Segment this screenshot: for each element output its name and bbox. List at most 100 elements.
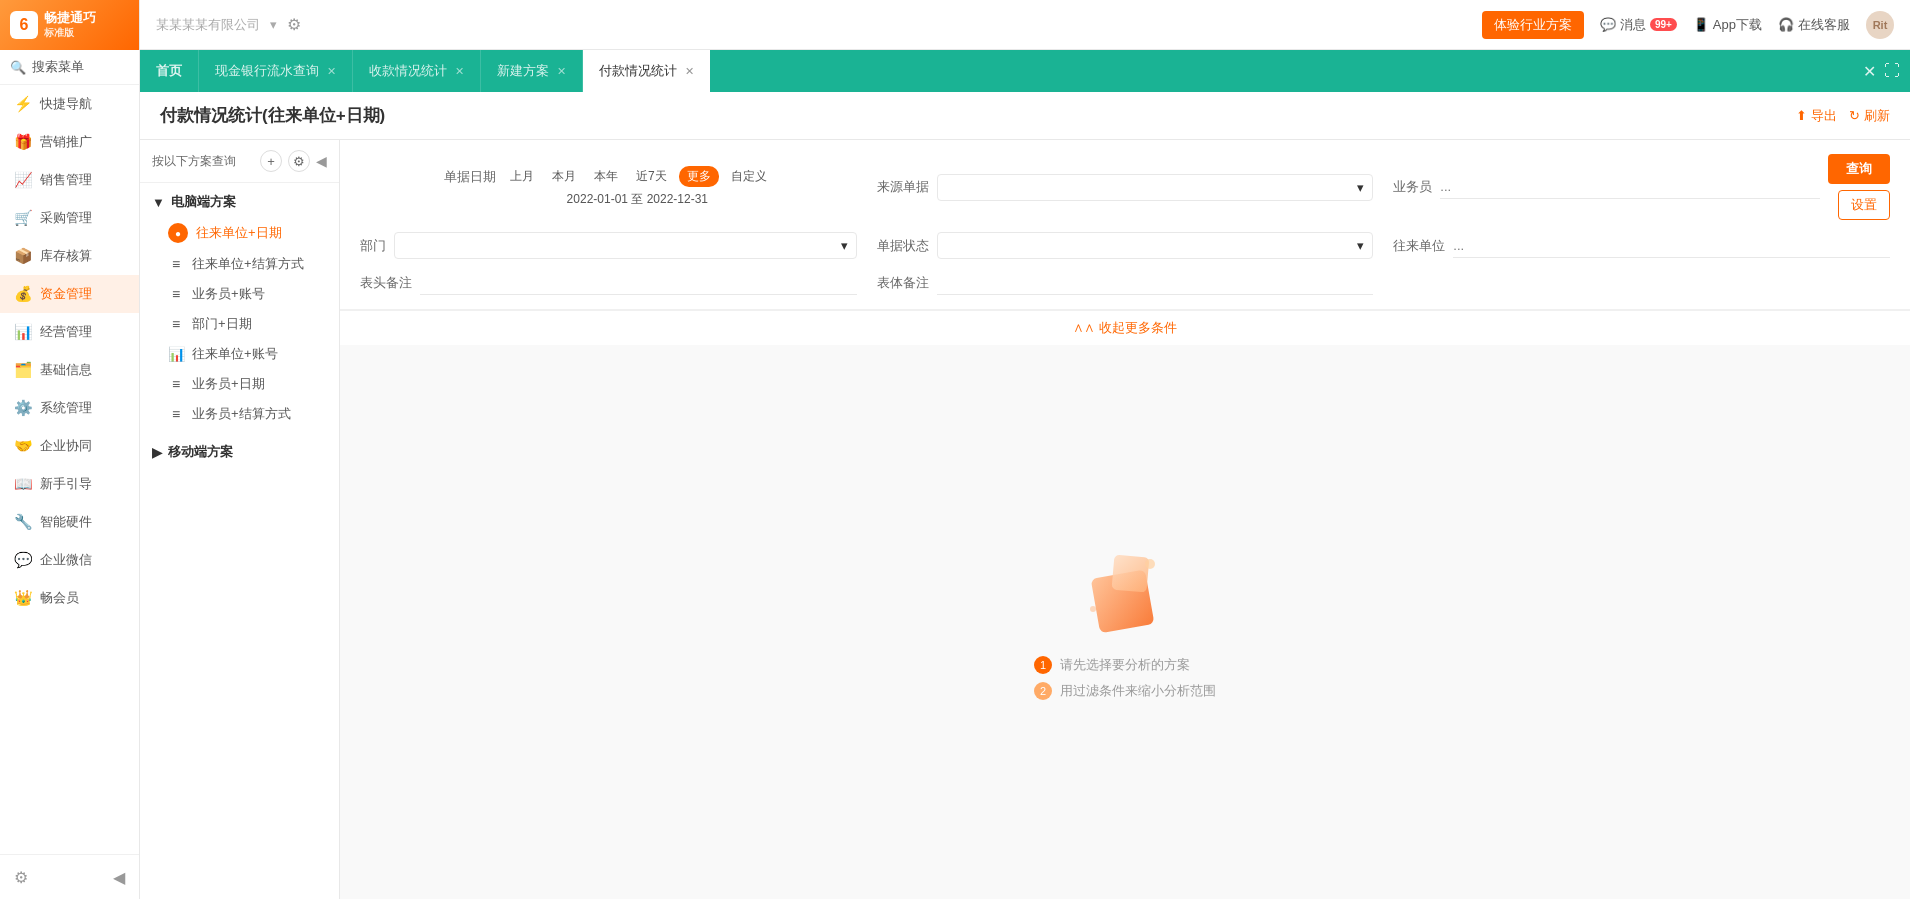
sidebar-item-quick-nav[interactable]: ⚡ 快捷导航 — [0, 85, 139, 123]
sidebar-item-sales[interactable]: 📈 销售管理 — [0, 161, 139, 199]
dropdown-icon[interactable]: ▾ — [270, 17, 277, 32]
tab-home[interactable]: 首页 — [140, 50, 199, 92]
online-service-action[interactable]: 🎧 在线客服 — [1778, 16, 1850, 34]
dept-dropdown-icon: ▾ — [841, 238, 848, 253]
sidebar-item-purchase[interactable]: 🛒 采购管理 — [0, 199, 139, 237]
enterprise-wechat-icon: 💬 — [14, 551, 32, 569]
tab-receipt-stat-label: 收款情况统计 — [369, 62, 447, 80]
export-action[interactable]: ⬆ 导出 — [1796, 107, 1837, 125]
scheme-settings-btn[interactable]: ⚙ — [288, 150, 310, 172]
date-option-last-month[interactable]: 上月 — [504, 166, 540, 187]
sidebar-item-operation[interactable]: 📊 经营管理 — [0, 313, 139, 351]
enterprise-icon: 🤝 — [14, 437, 32, 455]
sidebar-item-finance[interactable]: 💰 资金管理 — [0, 275, 139, 313]
app-download-action[interactable]: 📱 App下载 — [1693, 16, 1762, 34]
company-name: 某某某某有限公司 — [156, 16, 260, 34]
scheme-item-counterpart-date[interactable]: ● 往来单位+日期 — [140, 217, 339, 249]
settings-icon[interactable]: ⚙ — [287, 15, 301, 34]
header-note-input[interactable] — [420, 271, 857, 295]
status-select[interactable]: ▾ — [937, 232, 1374, 259]
sidebar-item-basic-info[interactable]: 🗂️ 基础信息 — [0, 351, 139, 389]
scheme-item-label: 往来单位+日期 — [196, 224, 282, 242]
query-actions: 查询 设置 — [1828, 154, 1890, 220]
scheme-item-dept-date[interactable]: ≡ 部门+日期 — [140, 309, 339, 339]
tab-new-scheme-close[interactable]: ✕ — [557, 65, 566, 78]
tab-receipt-stat[interactable]: 收款情况统计 ✕ — [353, 50, 481, 92]
salesman-input[interactable] — [1440, 175, 1820, 199]
scheme-item-salesman-payment[interactable]: ≡ 业务员+结算方式 — [140, 399, 339, 429]
filter-header-note-item: 表头备注 — [360, 271, 857, 295]
filter-section: 单据日期 上月 本月 本年 近7天 更多 自定义 2022 — [340, 140, 1910, 310]
footer-collapse-icon[interactable]: ◀ — [113, 868, 125, 887]
dept-select[interactable]: ▾ — [394, 232, 857, 259]
date-option-more[interactable]: 更多 — [679, 166, 719, 187]
date-option-custom[interactable]: 自定义 — [725, 166, 773, 187]
tab-expand-icon[interactable]: ⛶ — [1884, 62, 1900, 80]
search-menu[interactable]: 🔍 搜索菜单 — [0, 50, 139, 85]
tab-bank-flow-close[interactable]: ✕ — [327, 65, 336, 78]
message-icon: 💬 — [1600, 17, 1616, 32]
tab-home-label: 首页 — [156, 62, 182, 80]
counterpart-input[interactable] — [1453, 234, 1890, 258]
message-action[interactable]: 💬 消息 99+ — [1600, 16, 1677, 34]
page-content: 付款情况统计(往来单位+日期) ⬆ 导出 ↻ 刷新 按以下方案查询 — [140, 92, 1910, 899]
scheme-icon: ≡ — [168, 376, 184, 392]
refresh-action[interactable]: ↻ 刷新 — [1849, 107, 1890, 125]
refresh-icon: ↻ — [1849, 108, 1860, 123]
sidebar-item-label: 采购管理 — [40, 209, 92, 227]
tab-bank-flow[interactable]: 现金银行流水查询 ✕ — [199, 50, 353, 92]
sidebar-item-marketing[interactable]: 🎁 营销推广 — [0, 123, 139, 161]
tab-payment-stat-close[interactable]: ✕ — [685, 65, 694, 78]
sidebar-item-label: 资金管理 — [40, 285, 92, 303]
mobile-section-label: 移动端方案 — [168, 443, 233, 461]
sidebar-item-inventory[interactable]: 📦 库存核算 — [0, 237, 139, 275]
sidebar-item-enterprise-wechat[interactable]: 💬 企业微信 — [0, 541, 139, 579]
sidebar-item-guide[interactable]: 📖 新手引导 — [0, 465, 139, 503]
tab-close-all-icon[interactable]: ✕ — [1863, 62, 1876, 81]
date-option-last-7days[interactable]: 近7天 — [630, 166, 673, 187]
scheme-icon: ≡ — [168, 316, 184, 332]
filter-dept-item: 部门 ▾ — [360, 232, 857, 259]
filter-body-note-item: 表体备注 — [877, 271, 1374, 295]
sidebar-item-label: 系统管理 — [40, 399, 92, 417]
date-option-this-year[interactable]: 本年 — [588, 166, 624, 187]
scheme-item-counterpart-account[interactable]: 📊 往来单位+账号 — [140, 339, 339, 369]
scheme-icon: 📊 — [168, 346, 184, 362]
collapse-more-btn[interactable]: ∧∧ 收起更多条件 — [340, 310, 1910, 345]
tab-receipt-stat-close[interactable]: ✕ — [455, 65, 464, 78]
app-download-icon: 📱 — [1693, 17, 1709, 32]
experience-btn[interactable]: 体验行业方案 — [1482, 11, 1584, 39]
source-select[interactable]: ▾ — [937, 174, 1374, 201]
tab-new-scheme[interactable]: 新建方案 ✕ — [481, 50, 583, 92]
scheme-item-counterpart-payment[interactable]: ≡ 往来单位+结算方式 — [140, 249, 339, 279]
filter-row-2: 部门 ▾ 单据状态 ▾ — [360, 232, 1890, 259]
scheme-item-salesman-date[interactable]: ≡ 业务员+日期 — [140, 369, 339, 399]
settings-button[interactable]: 设置 — [1838, 190, 1890, 220]
scheme-collapse-btn[interactable]: ◀ — [316, 153, 327, 169]
search-menu-label: 搜索菜单 — [32, 58, 84, 76]
export-icon: ⬆ — [1796, 108, 1807, 123]
sidebar-item-smart-hw[interactable]: 🔧 智能硬件 — [0, 503, 139, 541]
scheme-item-salesman-account[interactable]: ≡ 业务员+账号 — [140, 279, 339, 309]
scheme-item-label: 往来单位+账号 — [192, 345, 278, 363]
user-avatar[interactable]: Rit — [1866, 11, 1894, 39]
salesman-label: 业务员 — [1393, 178, 1432, 196]
sidebar-item-enterprise[interactable]: 🤝 企业协同 — [0, 427, 139, 465]
footer-settings-icon[interactable]: ⚙ — [14, 868, 28, 887]
source-label: 来源单据 — [877, 178, 929, 196]
add-scheme-btn[interactable]: + — [260, 150, 282, 172]
filter-counterpart-item: 往来单位 — [1393, 234, 1890, 258]
query-button[interactable]: 查询 — [1828, 154, 1890, 184]
sidebar-item-member[interactable]: 👑 畅会员 — [0, 579, 139, 617]
mobile-section-header[interactable]: ▶ 移动端方案 — [140, 437, 339, 467]
gear-icon: ⚙ — [293, 154, 305, 169]
main-content: 某某某某有限公司 ▾ ⚙ 体验行业方案 💬 消息 99+ 📱 App下载 🎧 在… — [140, 0, 1910, 899]
date-option-this-month[interactable]: 本月 — [546, 166, 582, 187]
tab-payment-stat[interactable]: 付款情况统计 ✕ — [583, 50, 710, 92]
sidebar-item-sys-manage[interactable]: ⚙️ 系统管理 — [0, 389, 139, 427]
empty-tip-2: 2 用过滤条件来缩小分析范围 — [1034, 682, 1216, 700]
source-dropdown-icon: ▾ — [1357, 180, 1364, 195]
body-note-input[interactable] — [937, 271, 1374, 295]
scheme-panel-header: 按以下方案查询 + ⚙ ◀ — [140, 140, 339, 183]
desktop-section-header[interactable]: ▼ 电脑端方案 — [140, 187, 339, 217]
